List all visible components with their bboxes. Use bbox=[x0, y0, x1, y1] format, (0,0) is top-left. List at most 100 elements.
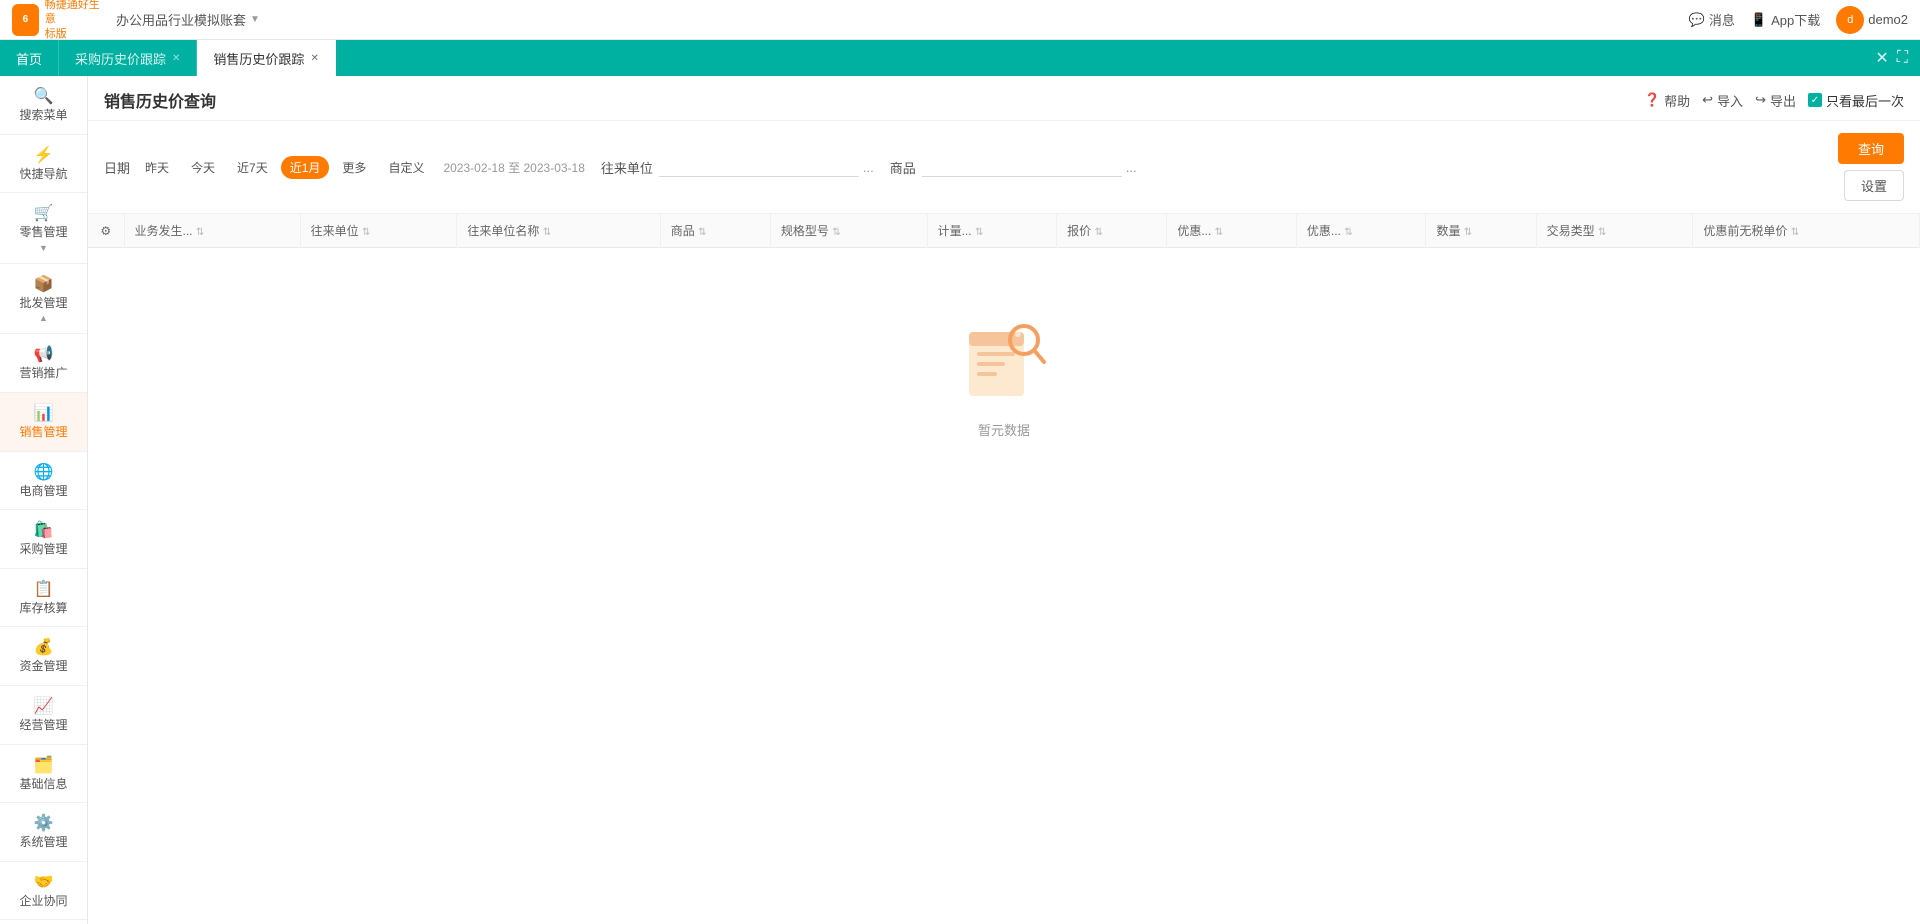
sort-icon: ⇅ bbox=[975, 227, 983, 238]
marketing-icon: 📢 bbox=[34, 344, 54, 364]
table-col-qty[interactable]: 数量 ⇅ bbox=[1426, 214, 1536, 248]
sidebar-item-inventory[interactable]: 📋 库存核算 bbox=[0, 569, 87, 628]
page-container: 销售历史价查询 ❓ 帮助 ↩ 导入 ↪ 导出 bbox=[88, 76, 1920, 924]
date-filter-group: 日期 昨天 今天 近7天 近1月 更多 自定义 2023-02-18 至 202… bbox=[104, 156, 585, 179]
partner-dots-button[interactable]: ... bbox=[863, 160, 874, 175]
chevron-up-icon: ▲ bbox=[39, 313, 48, 323]
sidebar-item-purchase-mgr[interactable]: 🛍️ 采购管理 bbox=[0, 510, 87, 569]
tab-expand-button[interactable]: ⛶ bbox=[1897, 49, 1908, 67]
cooperation-icon: 🤝 bbox=[34, 872, 54, 892]
purchase-icon: 🛍️ bbox=[34, 520, 54, 540]
app-selector[interactable]: 办公用品行业模拟账套 ▼ bbox=[108, 6, 268, 33]
sidebar-item-wholesale[interactable]: 📦 批发管理 ▲ bbox=[0, 264, 87, 335]
sidebar-item-label: 采购管理 bbox=[19, 542, 67, 558]
page-title: 销售历史价查询 bbox=[104, 88, 216, 112]
app-name-label: 办公用品行业模拟账套 bbox=[116, 10, 246, 29]
table-col-discount2[interactable]: 优惠... ⇅ bbox=[1296, 214, 1426, 248]
tab-sales-close-icon[interactable]: ✕ bbox=[310, 53, 318, 64]
table-col-pretax-price[interactable]: 优惠前无税单价 ⇅ bbox=[1693, 214, 1920, 248]
main-content: 销售历史价查询 ❓ 帮助 ↩ 导入 ↪ 导出 bbox=[88, 76, 1920, 924]
export-button[interactable]: ↪ 导出 bbox=[1755, 91, 1796, 110]
sidebar-item-ecommerce[interactable]: 🌐 电商管理 bbox=[0, 452, 87, 511]
sidebar-item-search[interactable]: 🔍 搜索菜单 bbox=[0, 76, 87, 135]
finance-icon: 💰 bbox=[34, 637, 54, 657]
settings-button[interactable]: 设置 bbox=[1844, 170, 1904, 201]
filter-area: 日期 昨天 今天 近7天 近1月 更多 自定义 2023-02-18 至 202… bbox=[88, 121, 1920, 214]
import-button[interactable]: ↩ 导入 bbox=[1702, 91, 1743, 110]
table-col-partner-code[interactable]: 往来单位 ⇅ bbox=[300, 214, 457, 248]
help-button[interactable]: ❓ 帮助 bbox=[1644, 91, 1690, 110]
date-btn-more[interactable]: 更多 bbox=[333, 156, 375, 179]
export-label: 导出 bbox=[1770, 91, 1796, 110]
page-header: 销售历史价查询 ❓ 帮助 ↩ 导入 ↪ 导出 bbox=[88, 76, 1920, 121]
date-label: 日期 bbox=[104, 158, 130, 177]
sidebar-item-label: 销售管理 bbox=[19, 425, 67, 441]
search-button[interactable]: 查询 bbox=[1838, 133, 1904, 164]
table-header-row: ⚙ 业务发生... ⇅ 往来单位 ⇅ 往来单位名称 bbox=[88, 214, 1920, 248]
message-button[interactable]: 💬 消息 bbox=[1689, 10, 1735, 29]
help-label: 帮助 bbox=[1664, 91, 1690, 110]
tab-bar: 首页 采购历史价跟踪 ✕ 销售历史价跟踪 ✕ ✕ ⛶ bbox=[0, 40, 1920, 76]
sidebar-item-cooperation[interactable]: 🤝 企业协同 bbox=[0, 862, 87, 921]
logo-text: 畅捷通好生意 标版 bbox=[45, 0, 100, 41]
sidebar-item-shortcut[interactable]: ⚡ 快捷导航 bbox=[0, 135, 87, 194]
table-col-partner-name[interactable]: 往来单位名称 ⇅ bbox=[457, 214, 660, 248]
partner-label: 往来单位 bbox=[601, 158, 653, 177]
top-bar: 6 畅捷通好生意 标版 办公用品行业模拟账套 ▼ 💬 消息 📱 App下载 d … bbox=[0, 0, 1920, 40]
sort-icon: ⇅ bbox=[698, 227, 706, 238]
logo-line1: 畅捷通好生意 bbox=[45, 0, 100, 27]
sidebar-item-finance[interactable]: 💰 资金管理 bbox=[0, 627, 87, 686]
inventory-icon: 📋 bbox=[34, 579, 54, 599]
date-buttons: 昨天 今天 近7天 近1月 更多 自定义 bbox=[136, 156, 433, 179]
sidebar-item-sales-mgr[interactable]: 📊 销售管理 bbox=[0, 393, 87, 452]
only-last-checkbox[interactable]: ✓ bbox=[1808, 93, 1822, 107]
only-last-checkbox-wrapper: ✓ 只看最后一次 bbox=[1808, 91, 1904, 110]
tab-purchase-label: 采购历史价跟踪 bbox=[75, 49, 166, 68]
date-btn-1month[interactable]: 近1月 bbox=[281, 156, 330, 179]
sort-icon: ⇅ bbox=[543, 227, 551, 238]
download-icon: 📱 bbox=[1751, 12, 1767, 28]
sidebar-item-label: 企业协同 bbox=[19, 894, 67, 910]
sidebar-item-operations[interactable]: 📈 经营管理 bbox=[0, 686, 87, 745]
chevron-down-icon: ▼ bbox=[39, 243, 48, 253]
col-spec-label: 规格型号 bbox=[781, 224, 829, 238]
table-col-biz-date[interactable]: 业务发生... ⇅ bbox=[124, 214, 300, 248]
table-col-goods[interactable]: 商品 ⇅ bbox=[660, 214, 770, 248]
sidebar-item-system[interactable]: ⚙️ 系统管理 bbox=[0, 803, 87, 862]
tab-sales[interactable]: 销售历史价跟踪 ✕ bbox=[197, 40, 335, 76]
logo-icon: 6 bbox=[12, 4, 39, 36]
date-btn-7days[interactable]: 近7天 bbox=[228, 156, 277, 179]
goods-input[interactable] bbox=[922, 157, 1122, 177]
date-btn-yesterday[interactable]: 昨天 bbox=[136, 156, 178, 179]
table-col-discount1[interactable]: 优惠... ⇅ bbox=[1167, 214, 1297, 248]
sidebar-item-retail[interactable]: 🛒 零售管理 ▼ bbox=[0, 193, 87, 264]
operations-icon: 📈 bbox=[34, 696, 54, 716]
table-col-gear[interactable]: ⚙ bbox=[88, 214, 124, 248]
tab-home[interactable]: 首页 bbox=[0, 40, 59, 76]
date-btn-custom[interactable]: 自定义 bbox=[379, 156, 433, 179]
sidebar-item-guide[interactable]: 🎯 新手引导 bbox=[0, 920, 87, 924]
goods-dots-button[interactable]: ... bbox=[1126, 160, 1137, 175]
app-download-button[interactable]: 📱 App下载 bbox=[1751, 10, 1820, 29]
sidebar-item-marketing[interactable]: 📢 营销推广 bbox=[0, 334, 87, 393]
table-col-unit[interactable]: 计量... ⇅ bbox=[927, 214, 1057, 248]
sort-icon: ⇅ bbox=[362, 227, 370, 238]
sidebar-item-basic[interactable]: 🗂️ 基础信息 bbox=[0, 745, 87, 804]
filter-row: 日期 昨天 今天 近7天 近1月 更多 自定义 2023-02-18 至 202… bbox=[104, 133, 1904, 201]
col-trade-type-label: 交易类型 bbox=[1547, 224, 1595, 238]
tab-purchase-close-icon[interactable]: ✕ bbox=[172, 53, 180, 64]
app-download-label: App下载 bbox=[1771, 10, 1820, 29]
partner-input[interactable] bbox=[659, 157, 859, 177]
user-profile-button[interactable]: d demo2 bbox=[1836, 6, 1908, 34]
sidebar-item-label: 快捷导航 bbox=[19, 167, 67, 183]
table-col-spec[interactable]: 规格型号 ⇅ bbox=[770, 214, 927, 248]
sort-icon: ⇅ bbox=[1791, 227, 1799, 238]
tab-purchase[interactable]: 采购历史价跟踪 ✕ bbox=[59, 40, 197, 76]
tab-close-all-button[interactable]: ✕ bbox=[1875, 48, 1888, 68]
table-col-trade-type[interactable]: 交易类型 ⇅ bbox=[1536, 214, 1693, 248]
sort-icon: ⇅ bbox=[1598, 227, 1606, 238]
filter-right-buttons: 查询 设置 bbox=[1838, 133, 1904, 201]
table-col-quote[interactable]: 报价 ⇅ bbox=[1057, 214, 1167, 248]
date-btn-today[interactable]: 今天 bbox=[182, 156, 224, 179]
goods-input-area: ... bbox=[922, 157, 1137, 177]
